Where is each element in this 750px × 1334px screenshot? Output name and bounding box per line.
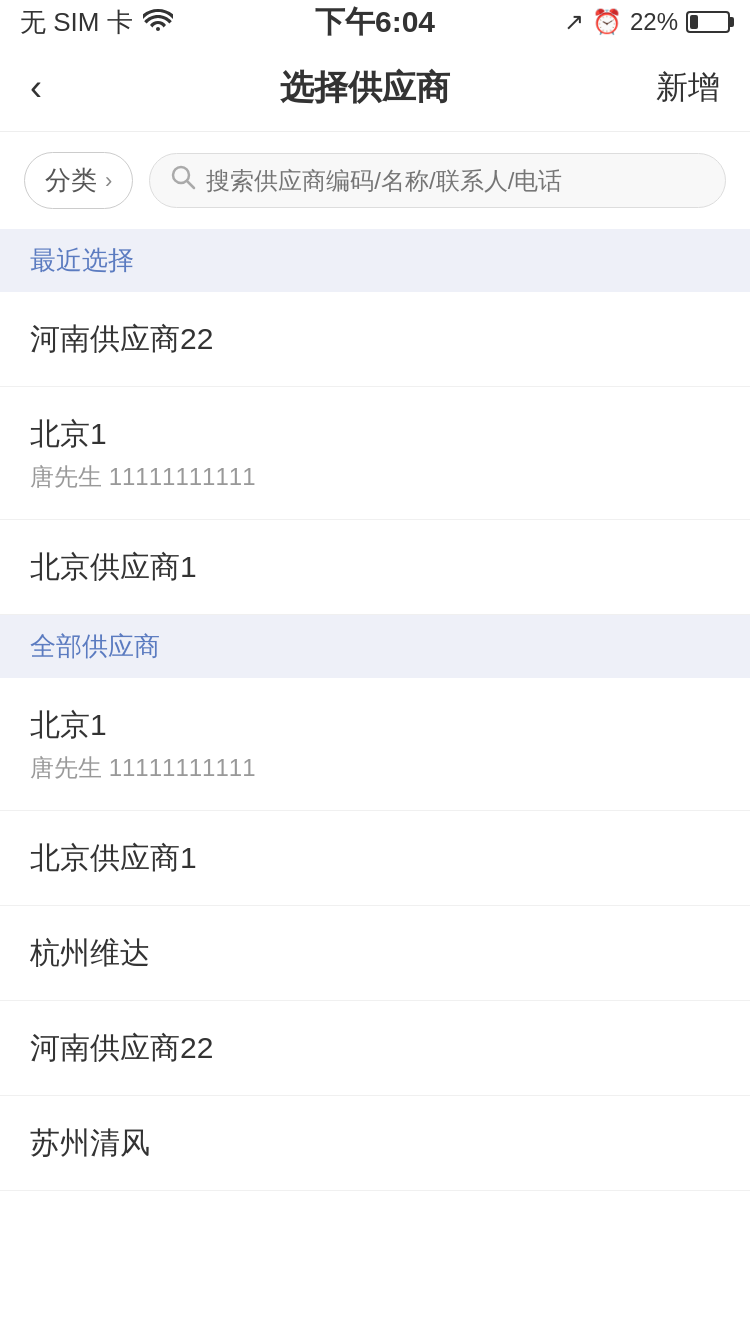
category-filter[interactable]: 分类 ›: [24, 152, 133, 209]
location-icon: ↗: [564, 8, 584, 36]
item-sub: 唐先生 11111111111: [30, 752, 720, 784]
list-item-recent-2[interactable]: 北京供应商1: [0, 520, 750, 615]
list-item-all-4[interactable]: 苏州清风: [0, 1096, 750, 1191]
list-container: 最近选择河南供应商22 北京1 唐先生 11111111111 北京供应商1 全部供应商…: [0, 229, 750, 1191]
search-icon: [170, 164, 196, 197]
category-chevron: ›: [105, 168, 112, 194]
list-item-recent-1[interactable]: 北京1 唐先生 11111111111: [0, 387, 750, 520]
list-item-all-1[interactable]: 北京供应商1: [0, 811, 750, 906]
status-left: 无 SIM 卡: [20, 5, 173, 40]
alarm-icon: ⏰: [592, 8, 622, 36]
item-name: 杭州维达: [30, 932, 720, 974]
item-name: 北京供应商1: [30, 546, 720, 588]
filter-bar: 分类 ›: [0, 132, 750, 229]
search-input[interactable]: [206, 167, 705, 195]
item-name: 河南供应商22: [30, 318, 720, 360]
section-header-all: 全部供应商: [0, 615, 750, 678]
item-name: 北京1: [30, 704, 720, 746]
nav-bar: ‹ 选择供应商 新增: [0, 44, 750, 132]
status-time: 下午6:04: [315, 2, 435, 43]
back-button[interactable]: ‹: [30, 67, 90, 109]
battery-percent: 22%: [630, 8, 678, 36]
list-item-all-2[interactable]: 杭州维达: [0, 906, 750, 1001]
battery-icon: [686, 11, 730, 33]
status-bar: 无 SIM 卡 下午6:04 ↗ ⏰ 22%: [0, 0, 750, 44]
item-name: 河南供应商22: [30, 1027, 720, 1069]
list-item-all-0[interactable]: 北京1 唐先生 11111111111: [0, 678, 750, 811]
carrier-text: 无 SIM 卡: [20, 5, 133, 40]
item-sub: 唐先生 11111111111: [30, 461, 720, 493]
page-title: 选择供应商: [280, 65, 450, 111]
section-header-recent: 最近选择: [0, 229, 750, 292]
list-item-all-3[interactable]: 河南供应商22: [0, 1001, 750, 1096]
item-name: 北京供应商1: [30, 837, 720, 879]
category-label: 分类: [45, 163, 97, 198]
item-name: 苏州清风: [30, 1122, 720, 1164]
svg-line-1: [187, 181, 194, 188]
status-right: ↗ ⏰ 22%: [564, 8, 730, 36]
item-name: 北京1: [30, 413, 720, 455]
list-item-recent-0[interactable]: 河南供应商22: [0, 292, 750, 387]
search-box[interactable]: [149, 153, 726, 208]
add-button[interactable]: 新增: [640, 66, 720, 110]
wifi-icon: [143, 7, 173, 38]
